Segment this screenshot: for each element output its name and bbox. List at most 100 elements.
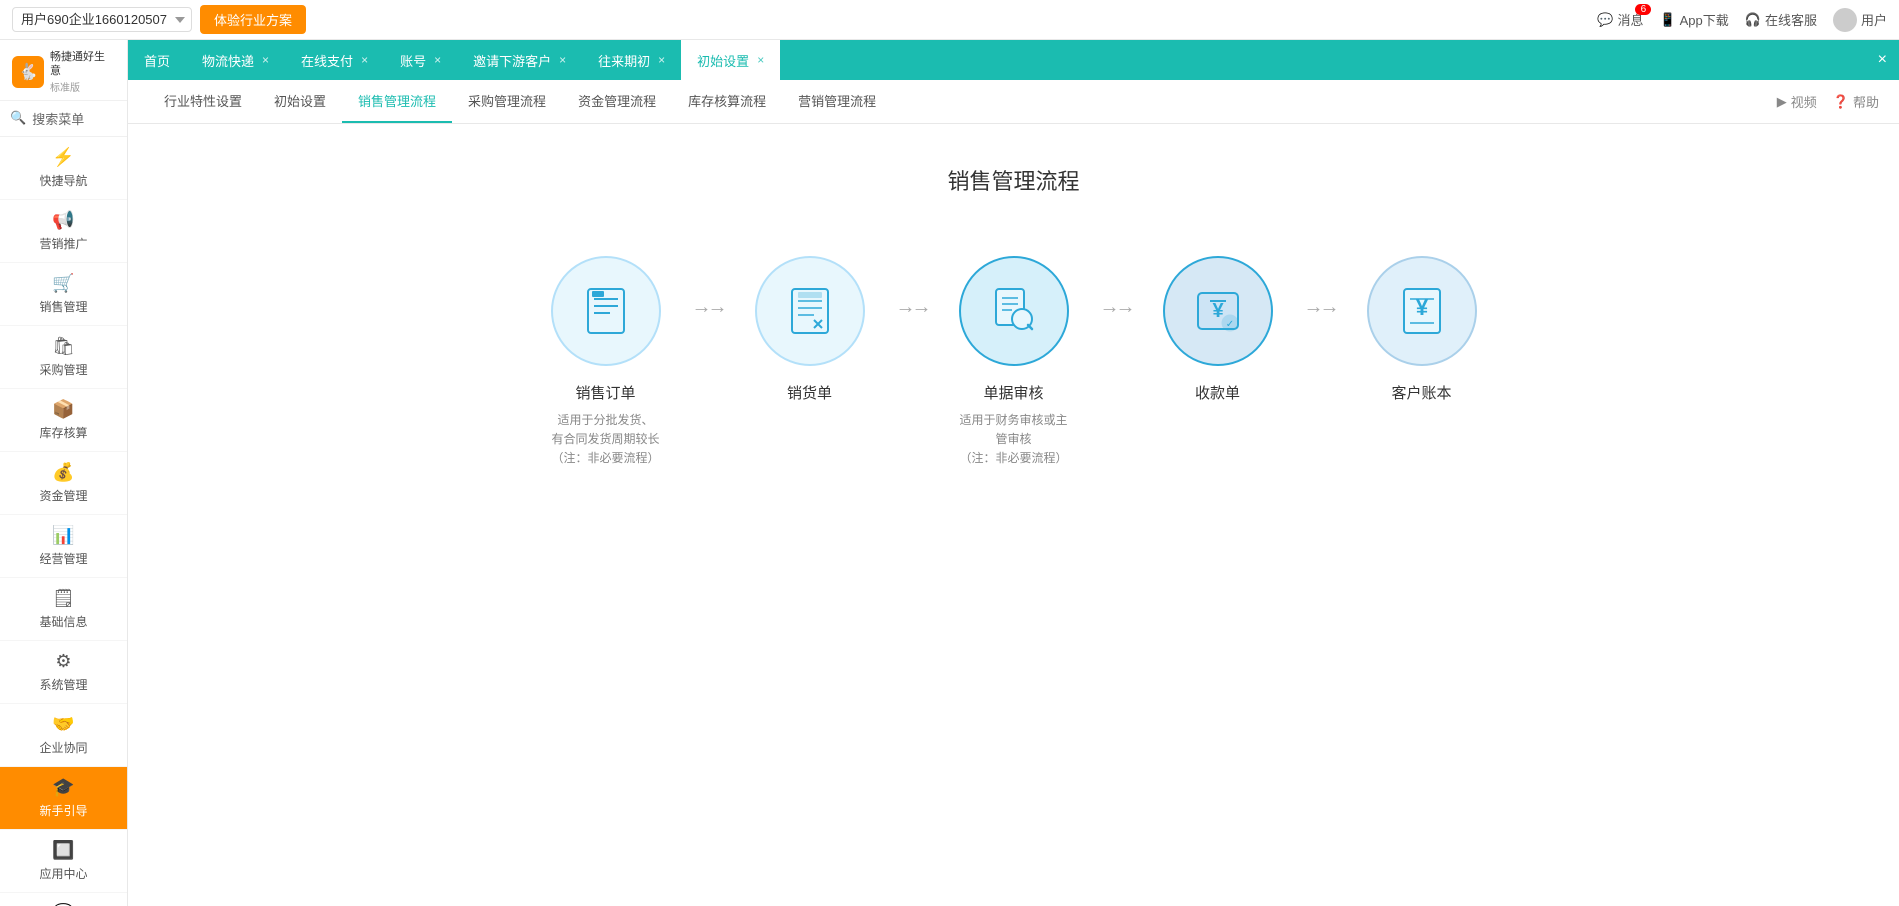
sub-tab-initial[interactable]: 初始设置 (258, 80, 342, 123)
nav-close-icon[interactable]: × (559, 53, 566, 67)
top-bar-right: 💬 消息 6 📱 App下载 🎧 在线客服 用户 (1597, 8, 1887, 32)
sidebar-item-label: 企业协同 (39, 739, 87, 756)
help-link[interactable]: ❓ 帮助 (1833, 92, 1879, 111)
inventory-icon: 📦 (52, 399, 74, 420)
page-title: 销售管理流程 (947, 164, 1079, 196)
sidebar-item-guide[interactable]: 🎓 新手引导 (0, 767, 127, 830)
user-select[interactable]: 用户690企业1660120507 (12, 7, 192, 32)
sidebar-item-base-info[interactable]: 🗒 基础信息 (0, 578, 127, 641)
nav-item-payment[interactable]: 在线支付 × (285, 40, 384, 80)
flow-step-desc: 适用于分批发货、有合同发货周期较长（注：非必要流程） (551, 411, 659, 469)
app-download-item[interactable]: 📱 App下载 (1659, 10, 1728, 29)
nav-close-icon[interactable]: × (262, 53, 269, 67)
message-icon-item[interactable]: 💬 消息 6 (1597, 10, 1643, 29)
avatar (1833, 8, 1857, 32)
sub-tab-label: 库存核算流程 (688, 91, 766, 110)
svg-text:¥: ¥ (1212, 300, 1224, 322)
sidebar-item-marketing[interactable]: 📢 营销推广 (0, 200, 127, 263)
wechat-icon: 💬 (52, 903, 74, 906)
nav-item-label: 账号 (400, 51, 426, 70)
sub-tab-industry[interactable]: 行业特性设置 (148, 80, 258, 123)
flow-step-label: 销货单 (787, 382, 832, 403)
flow-step-delivery: 销货单 (720, 256, 900, 411)
sidebar-item-sales[interactable]: 🛒 销售管理 (0, 263, 127, 326)
sidebar-item-appstore[interactable]: 🔲 应用中心 (0, 830, 127, 893)
flow-circle-sales-order (551, 256, 661, 366)
sub-tab-label: 营销管理流程 (798, 91, 876, 110)
sidebar-item-quick-nav[interactable]: ⚡ 快捷导航 (0, 137, 127, 200)
flow-step-sales-order: 销售订单 适用于分批发货、有合同发货周期较长（注：非必要流程） (516, 256, 696, 469)
nav-item-label: 物流快递 (202, 51, 254, 70)
sidebar-item-label: 快捷导航 (39, 172, 87, 189)
svg-text:✓: ✓ (1225, 319, 1233, 330)
sidebar-item-operations[interactable]: 📊 经营管理 (0, 515, 127, 578)
nav-close-icon[interactable]: × (757, 53, 764, 67)
nav-item-period[interactable]: 往来期初 × (582, 40, 681, 80)
nav-item-logistics[interactable]: 物流快递 × (186, 40, 285, 80)
flow-circle-delivery (755, 256, 865, 366)
system-icon: ⚙ (55, 651, 71, 672)
sidebar-item-system[interactable]: ⚙ 系统管理 (0, 641, 127, 704)
nav-item-initial-setup[interactable]: 初始设置 × (681, 40, 780, 80)
play-icon: ▶ (1777, 94, 1787, 110)
sidebar-item-label: 系统管理 (39, 676, 87, 693)
nav-item-label: 往来期初 (598, 51, 650, 70)
nav-item-label: 初始设置 (697, 51, 749, 70)
nav-item-invite[interactable]: 邀请下游客户 × (457, 40, 582, 80)
video-link[interactable]: ▶ 视频 (1777, 92, 1817, 111)
video-label: 视频 (1791, 92, 1817, 111)
nav-close-icon[interactable]: × (658, 53, 665, 67)
nav-item-account[interactable]: 账号 × (384, 40, 457, 80)
nav-close-all[interactable]: × (1866, 40, 1899, 80)
sub-tab-label: 采购管理流程 (468, 91, 546, 110)
sidebar-item-label: 采购管理 (39, 361, 87, 378)
flow-circle-payment: ¥ ✓ (1163, 256, 1273, 366)
nav-item-home[interactable]: 首页 (128, 40, 186, 80)
sidebar-item-inventory[interactable]: 📦 库存核算 (0, 389, 127, 452)
sidebar-item-enterprise[interactable]: 🤝 企业协同 (0, 704, 127, 767)
main-layout: 🐇 畅捷通好生意 标准版 🔍 搜索菜单 ⚡ 快捷导航 📢 营销推广 🛒 销售管理… (0, 40, 1899, 906)
enterprise-icon: 🤝 (52, 714, 74, 735)
marketing-icon: 📢 (52, 210, 74, 231)
sidebar: 🐇 畅捷通好生意 标准版 🔍 搜索菜单 ⚡ 快捷导航 📢 营销推广 🛒 销售管理… (0, 40, 128, 906)
sub-tab-label: 初始设置 (274, 91, 326, 110)
sidebar-item-wechat[interactable]: 💬 企业微信 (0, 893, 127, 906)
nav-close-icon[interactable]: × (361, 53, 368, 67)
trial-button[interactable]: 体验行业方案 (200, 5, 306, 34)
service-item[interactable]: 🎧 在线客服 (1745, 10, 1817, 29)
sub-tab-purchase-flow[interactable]: 采购管理流程 (452, 80, 562, 123)
sub-tab-marketing-flow[interactable]: 营销管理流程 (782, 80, 892, 123)
sidebar-logo: 🐇 畅捷通好生意 标准版 (0, 40, 127, 101)
user-item[interactable]: 用户 (1833, 8, 1887, 32)
flow-step-label: 收款单 (1195, 382, 1240, 403)
flow-step-label: 销售订单 (575, 382, 635, 403)
help-label: 帮助 (1853, 92, 1879, 111)
nav-bar: 首页 物流快递 × 在线支付 × 账号 × 邀请下游客户 × 往来期初 × (128, 40, 1899, 80)
sidebar-item-label: 资金管理 (39, 487, 87, 504)
sub-tabs: 行业特性设置 初始设置 销售管理流程 采购管理流程 资金管理流程 库存核算流程 … (128, 80, 1899, 124)
logo-text: 畅捷通好生意 (50, 50, 115, 79)
flow-diagram: 销售订单 适用于分批发货、有合同发货周期较长（注：非必要流程） →→ (148, 256, 1879, 469)
sidebar-item-purchase[interactable]: 🛍 采购管理 (0, 326, 127, 389)
flow-step-label: 单据审核 (983, 382, 1043, 403)
sidebar-item-label: 经营管理 (39, 550, 87, 567)
page-content: 销售管理流程 销售订单 适用于分批发货、有合同发货周期较长（ (128, 124, 1899, 906)
sidebar-item-label: 库存核算 (39, 424, 87, 441)
flow-step-payment: ¥ ✓ 收款单 (1128, 256, 1308, 411)
search-menu[interactable]: 🔍 搜索菜单 (0, 101, 127, 137)
sales-icon: 🛒 (52, 273, 74, 294)
purchase-icon: 🛍 (52, 336, 75, 357)
sub-tab-finance-flow[interactable]: 资金管理流程 (562, 80, 672, 123)
nav-item-label: 首页 (144, 51, 170, 70)
sub-tab-sales-flow[interactable]: 销售管理流程 (342, 80, 452, 123)
search-menu-label: 搜索菜单 (32, 109, 84, 128)
headset-icon: 🎧 (1745, 12, 1761, 28)
sidebar-item-finance[interactable]: 💰 资金管理 (0, 452, 127, 515)
flow-step-ledger: ¥ 客户账本 (1332, 256, 1512, 411)
nav-close-icon[interactable]: × (434, 53, 441, 67)
sub-tab-inventory-flow[interactable]: 库存核算流程 (672, 80, 782, 123)
top-bar-left: 用户690企业1660120507 体验行业方案 (12, 5, 306, 34)
content-area: 首页 物流快递 × 在线支付 × 账号 × 邀请下游客户 × 往来期初 × (128, 40, 1899, 906)
logo-version: 标准版 (50, 79, 115, 94)
message-icon: 💬 (1597, 12, 1613, 28)
